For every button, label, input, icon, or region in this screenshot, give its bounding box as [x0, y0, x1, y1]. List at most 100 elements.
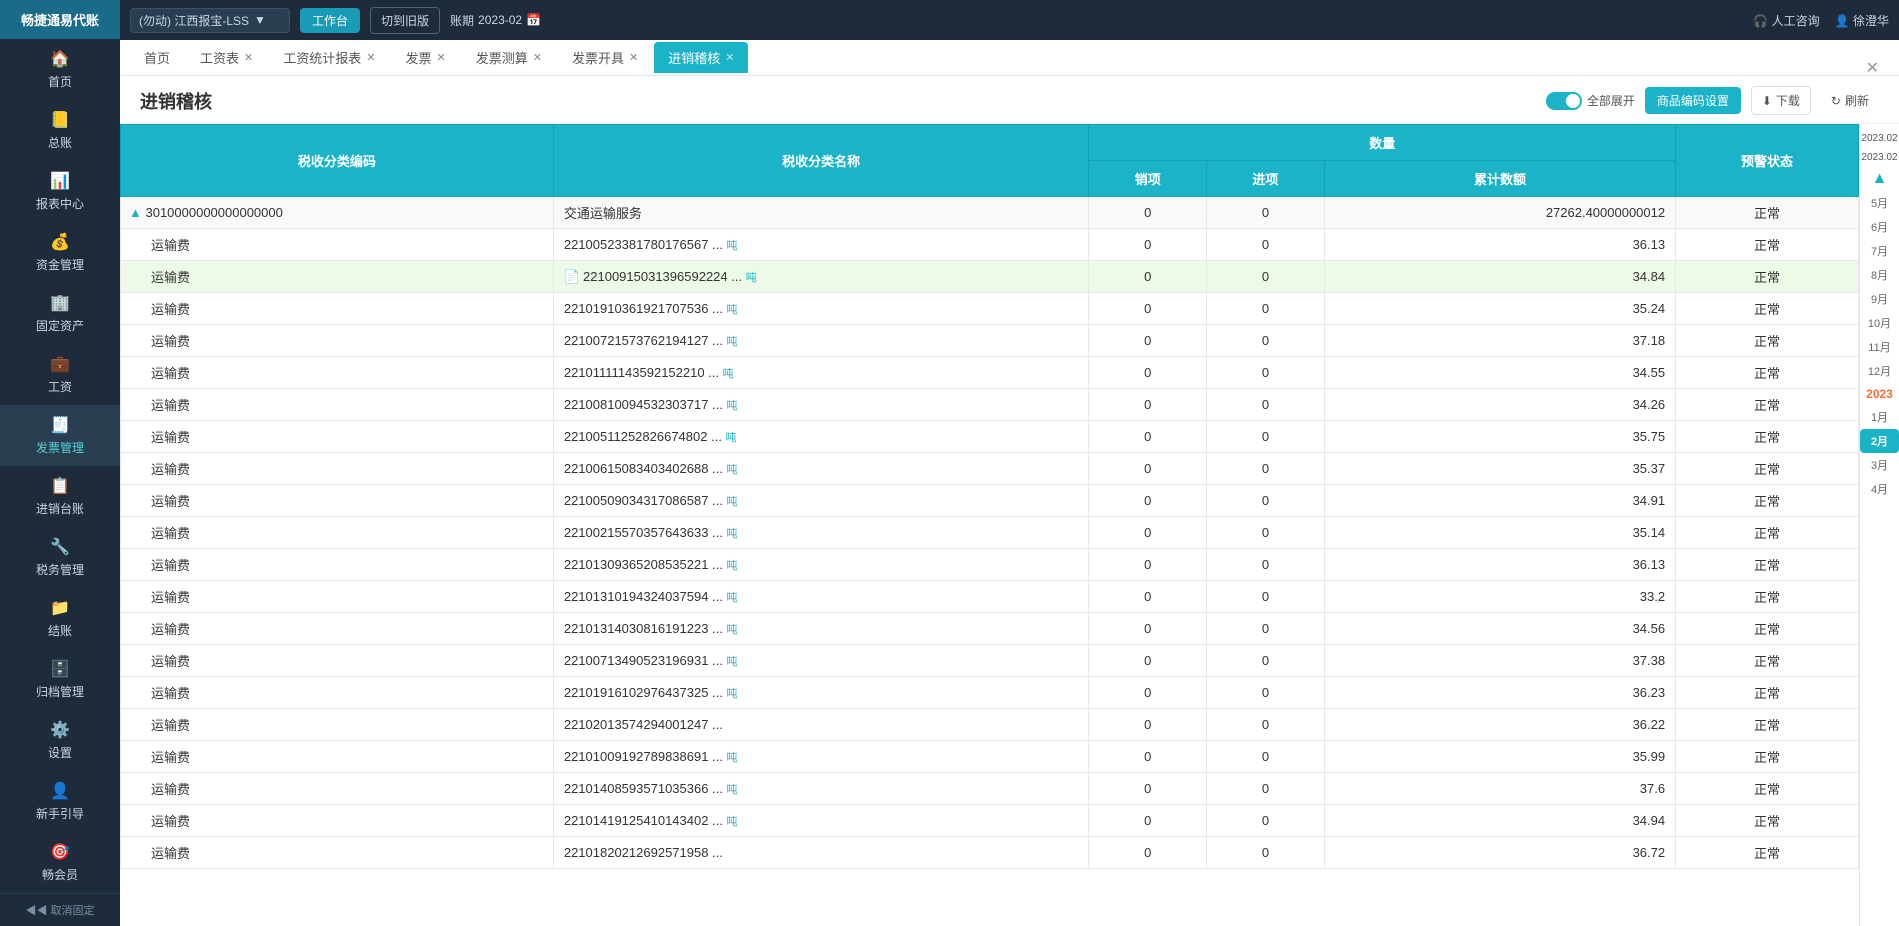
date-nav-aug[interactable]: 8月: [1860, 263, 1899, 287]
tag-badge[interactable]: 吨: [726, 432, 737, 444]
file-icon: 📄: [564, 269, 580, 284]
tag-badge[interactable]: 吨: [723, 368, 734, 380]
support-button[interactable]: 🎧 人工咨询: [1753, 12, 1819, 29]
date-nav-dec[interactable]: 12月: [1860, 359, 1899, 383]
sidebar-item-settings[interactable]: ⚙️ 设置: [0, 710, 120, 771]
tab-invoice-close-icon[interactable]: ✕: [437, 51, 446, 64]
tag-badge[interactable]: 吨: [727, 400, 738, 412]
tab-invoice-calc-close-icon[interactable]: ✕: [533, 51, 542, 64]
sidebar-item-guide[interactable]: 👤 新手引导: [0, 771, 120, 832]
tag-badge[interactable]: 吨: [727, 688, 738, 700]
table-row: 22101009192789838691 ... 吨: [553, 741, 1089, 773]
tab-salary-table[interactable]: 工资表 ✕: [186, 42, 267, 73]
sidebar-item-reports[interactable]: 📊 报表中心: [0, 161, 120, 222]
sidebar-item-close[interactable]: 📁 结账: [0, 588, 120, 649]
table-row: 正常: [1676, 645, 1859, 677]
tag-badge[interactable]: 吨: [727, 592, 738, 604]
date-nav-may[interactable]: 5月: [1860, 191, 1899, 215]
table-row: 正常: [1676, 677, 1859, 709]
header-actions: 全部展开 商品编码设置 ⬇ 下载 ↻ 刷新: [1546, 86, 1879, 115]
sidebar-item-member[interactable]: 🎯 畅会员: [0, 832, 120, 893]
refresh-icon: ↻: [1831, 94, 1841, 108]
tab-salary-table-label: 工资表: [200, 48, 239, 67]
tag-badge[interactable]: 吨: [727, 624, 738, 636]
table-row: 0: [1207, 517, 1325, 549]
tag-badge[interactable]: 吨: [727, 816, 738, 828]
date-nav-nov[interactable]: 11月: [1860, 335, 1899, 359]
tag-badge[interactable]: 吨: [727, 560, 738, 572]
tag-badge[interactable]: 吨: [727, 464, 738, 476]
tab-invoice[interactable]: 发票 ✕: [391, 42, 459, 73]
table-row: 运输费: [121, 517, 554, 549]
date-nav-sep[interactable]: 9月: [1860, 287, 1899, 311]
table-row: 正常: [1676, 293, 1859, 325]
download-button[interactable]: ⬇ 下载: [1751, 86, 1811, 115]
table-row: 35.24: [1324, 293, 1675, 325]
table-row: 运输费: [121, 581, 554, 613]
sidebar-item-salary[interactable]: 💼 工资: [0, 344, 120, 405]
date-nav-jan[interactable]: 1月: [1860, 405, 1899, 429]
tab-home[interactable]: 首页: [130, 42, 184, 73]
col-purchase-header: 进项: [1207, 161, 1325, 197]
tab-reconcile-close-icon[interactable]: ✕: [725, 51, 734, 64]
tab-salary-report-close-icon[interactable]: ✕: [366, 51, 375, 64]
date-nav-jun[interactable]: 6月: [1860, 215, 1899, 239]
tag-badge[interactable]: 吨: [727, 336, 738, 348]
date-nav-apr[interactable]: 4月: [1860, 477, 1899, 501]
workbench-button[interactable]: 工作台: [300, 8, 360, 33]
date-nav-mar[interactable]: 3月: [1860, 453, 1899, 477]
sidebar-item-funds[interactable]: 💰 资金管理: [0, 222, 120, 283]
table-row: 36.13: [1324, 549, 1675, 581]
date-nav-jul[interactable]: 7月: [1860, 239, 1899, 263]
panel-close-button[interactable]: ✕: [1866, 58, 1879, 78]
tag-badge[interactable]: 吨: [727, 304, 738, 316]
sidebar-item-assets[interactable]: 🏢 固定资产: [0, 283, 120, 344]
table-row: 0: [1089, 773, 1207, 805]
tab-salary-close-icon[interactable]: ✕: [244, 51, 253, 64]
date-nav-feb[interactable]: 2月: [1860, 429, 1899, 453]
tag-badge[interactable]: 吨: [727, 240, 738, 252]
date-nav-oct[interactable]: 10月: [1860, 311, 1899, 335]
col-tax-name-header: 税收分类名称: [553, 125, 1089, 197]
date-nav-year-2023[interactable]: 2023: [1860, 383, 1899, 405]
company-selector[interactable]: (勿动) 江西报宝-LSS ▼: [130, 8, 290, 33]
tag-badge[interactable]: 吨: [727, 496, 738, 508]
unpin-button[interactable]: ◀◀ 取消固定: [0, 893, 120, 926]
sidebar-item-reports-label: 报表中心: [36, 195, 84, 212]
switch-version-button[interactable]: 切到旧版: [370, 7, 440, 34]
sidebar-item-archive[interactable]: 🗄️ 归档管理: [0, 649, 120, 710]
table-row: 正常: [1676, 229, 1859, 261]
tab-reconcile[interactable]: 进销稽核 ✕: [654, 42, 748, 73]
tab-invoice-calc[interactable]: 发票测算 ✕: [462, 42, 556, 73]
tag-badge[interactable]: 吨: [727, 784, 738, 796]
scroll-up-icon[interactable]: ▲: [1869, 167, 1891, 191]
user-profile[interactable]: 👤 徐澄华: [1835, 12, 1889, 29]
sidebar-item-ledger[interactable]: 📒 总账: [0, 100, 120, 161]
tag-badge[interactable]: 吨: [746, 272, 757, 284]
expand-toggle[interactable]: 全部展开: [1546, 92, 1635, 110]
sidebar-item-invoice[interactable]: 🧾 发票管理: [0, 405, 120, 466]
tab-salary-report[interactable]: 工资统计报表 ✕: [269, 42, 389, 73]
company-name: (勿动) 江西报宝-LSS: [139, 12, 249, 29]
sidebar-item-home[interactable]: 🏠 首页: [0, 39, 120, 100]
product-code-settings-button[interactable]: 商品编码设置: [1645, 87, 1741, 114]
sidebar-item-trade-ledger[interactable]: 📋 进销台账: [0, 466, 120, 527]
tab-invoice-issue[interactable]: 发票开具 ✕: [558, 42, 652, 73]
table-row: 0: [1207, 549, 1325, 581]
sidebar-item-tax-label: 税务管理: [36, 561, 84, 578]
table-row: 37.6: [1324, 773, 1675, 805]
refresh-button[interactable]: ↻ 刷新: [1821, 87, 1879, 114]
table-row: 正常: [1676, 389, 1859, 421]
tag-badge[interactable]: 吨: [727, 656, 738, 668]
toggle-bg[interactable]: [1546, 92, 1582, 110]
table-row: 正常: [1676, 517, 1859, 549]
expand-icon[interactable]: ▲: [129, 205, 145, 220]
tab-invoice-issue-label: 发票开具: [572, 48, 624, 67]
sidebar-item-tax[interactable]: 🔧 税务管理: [0, 527, 120, 588]
toggle-label: 全部展开: [1587, 92, 1635, 109]
table-row: 22101314030816191223 ... 吨: [553, 613, 1089, 645]
tab-invoice-issue-close-icon[interactable]: ✕: [629, 51, 638, 64]
tag-badge[interactable]: 吨: [727, 752, 738, 764]
tag-badge[interactable]: 吨: [727, 528, 738, 540]
table-row: 运输费: [121, 645, 554, 677]
